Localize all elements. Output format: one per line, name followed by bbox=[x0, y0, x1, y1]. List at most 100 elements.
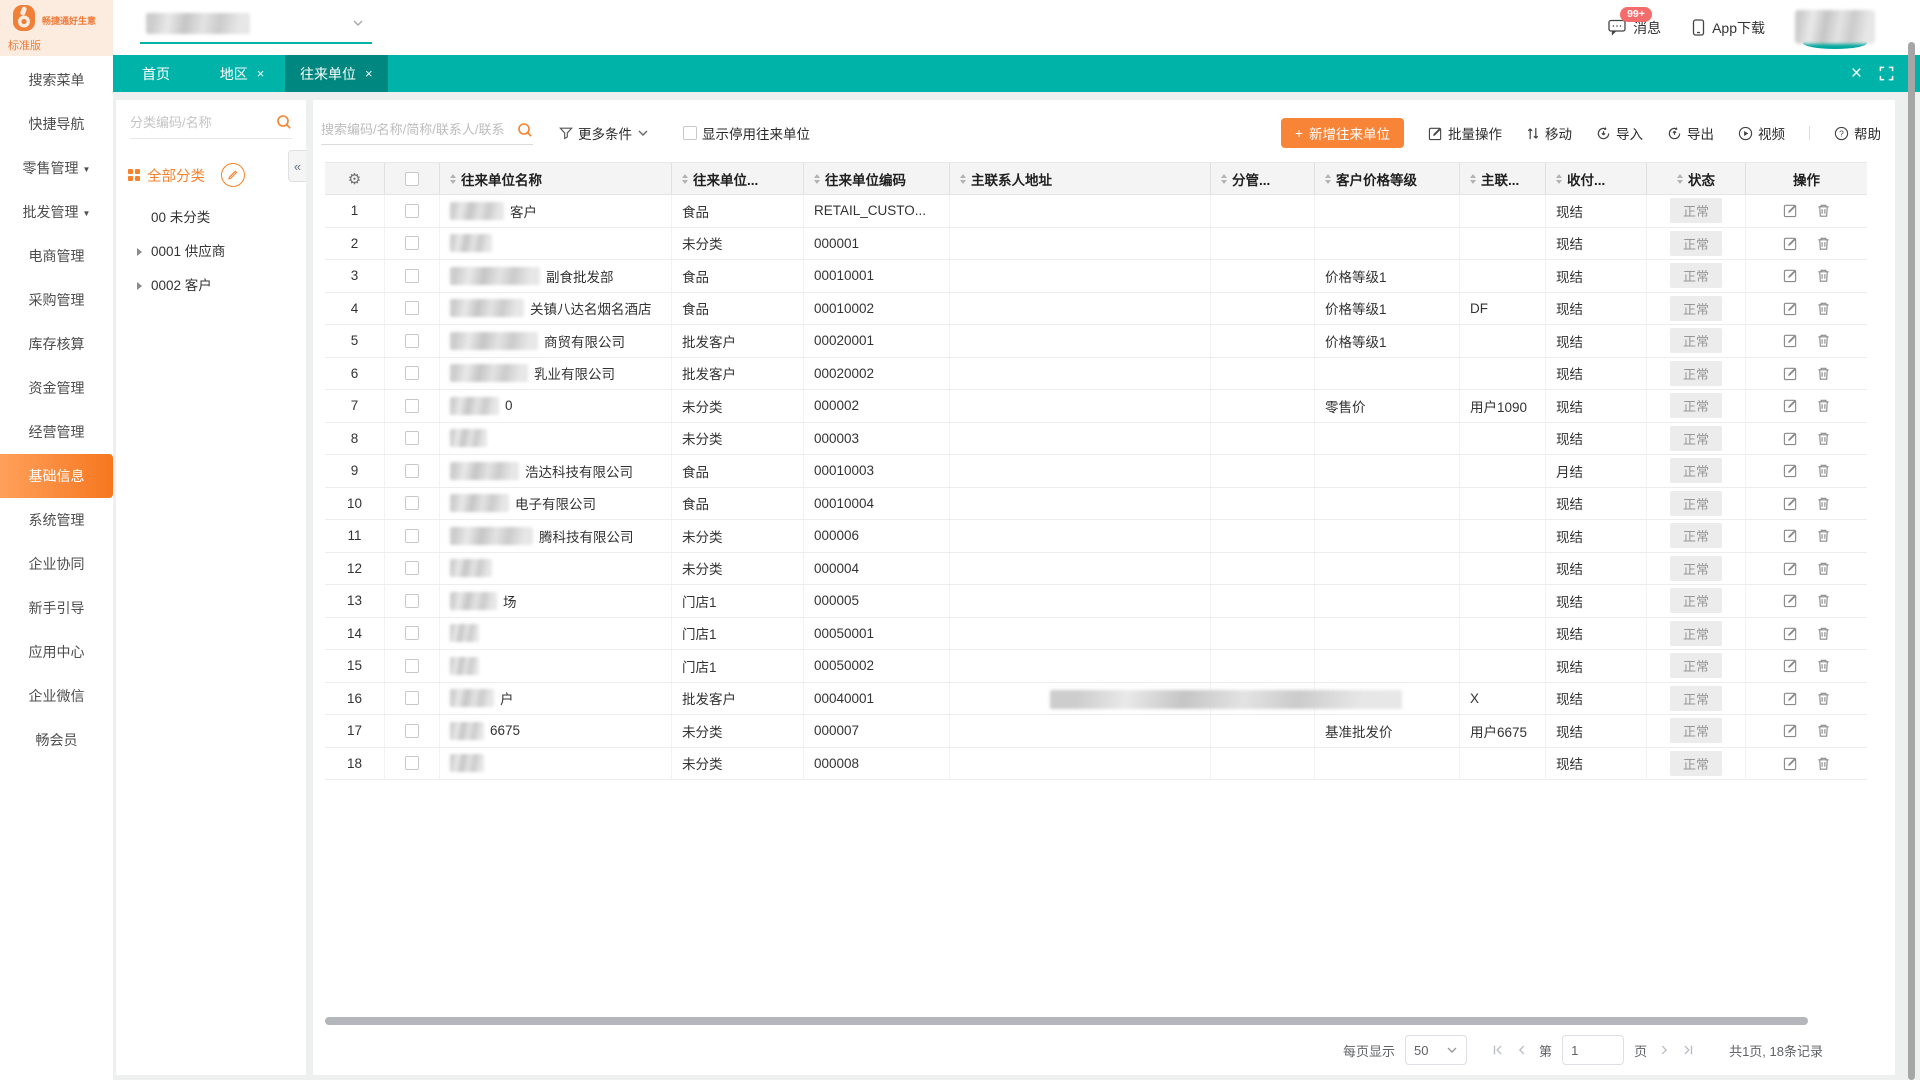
sidebar-item[interactable]: 搜索菜单 bbox=[0, 58, 113, 102]
col-header-code[interactable]: 往来单位编码 bbox=[804, 163, 950, 194]
sidebar-item[interactable]: 采购管理 bbox=[0, 278, 113, 322]
edit-row-button[interactable] bbox=[1783, 236, 1798, 251]
delete-row-button[interactable] bbox=[1816, 236, 1831, 251]
collapse-panel-button[interactable]: « bbox=[288, 150, 306, 182]
sidebar-item[interactable]: 企业协同 bbox=[0, 542, 113, 586]
row-checkbox[interactable] bbox=[405, 593, 419, 608]
edit-row-button[interactable] bbox=[1783, 723, 1798, 738]
tab-active[interactable]: 往来单位 × bbox=[285, 55, 388, 92]
tab-item[interactable]: 地区 × bbox=[199, 55, 285, 92]
delete-row-button[interactable] bbox=[1816, 756, 1831, 771]
delete-row-button[interactable] bbox=[1816, 203, 1831, 218]
edit-row-button[interactable] bbox=[1783, 658, 1798, 673]
sidebar-item[interactable]: 系统管理 bbox=[0, 498, 113, 542]
edit-row-button[interactable] bbox=[1783, 561, 1798, 576]
table-row[interactable]: 5 商贸有限公司 批发客户 00020001 价格等级1 现结 正常 bbox=[325, 325, 1867, 358]
col-header-status[interactable]: 状态 bbox=[1647, 163, 1746, 194]
row-checkbox[interactable] bbox=[405, 463, 419, 478]
table-row[interactable]: 17 6675 未分类 000007 基准批发价 用户6675 现结 正常 bbox=[325, 715, 1867, 748]
list-search-input[interactable] bbox=[321, 122, 517, 137]
row-checkbox[interactable] bbox=[405, 561, 419, 576]
show-disabled-toggle[interactable]: 显示停用往来单位 bbox=[683, 123, 810, 143]
show-disabled-checkbox[interactable] bbox=[683, 126, 697, 140]
row-checkbox[interactable] bbox=[405, 366, 419, 381]
table-row[interactable]: 9 浩达科技有限公司 食品 00010003 月结 正常 bbox=[325, 455, 1867, 488]
delete-row-button[interactable] bbox=[1816, 431, 1831, 446]
messages-button[interactable]: 消息 99+ bbox=[1608, 6, 1661, 38]
table-row[interactable]: 11 腾科技有限公司 未分类 000006 现结 正常 bbox=[325, 520, 1867, 553]
table-row[interactable]: 14 门店1 00050001 现结 正常 bbox=[325, 617, 1867, 650]
sidebar-item[interactable]: 资金管理 bbox=[0, 366, 113, 410]
table-row[interactable]: 18 未分类 000008 现结 正常 bbox=[325, 747, 1867, 780]
edit-row-button[interactable] bbox=[1783, 333, 1798, 348]
category-tree-item[interactable]: 0002 客户 bbox=[116, 273, 306, 299]
sidebar-item[interactable]: 基础信息 bbox=[0, 454, 113, 498]
table-row[interactable]: 8 未分类 000003 现结 正常 bbox=[325, 422, 1867, 455]
sidebar-item[interactable]: 新手引导 bbox=[0, 586, 113, 630]
close-icon[interactable]: × bbox=[1851, 64, 1862, 83]
delete-row-button[interactable] bbox=[1816, 528, 1831, 543]
delete-row-button[interactable] bbox=[1816, 301, 1831, 316]
category-search-input[interactable] bbox=[130, 114, 260, 130]
table-row[interactable]: 3 副食批发部 食品 00010001 价格等级1 现结 正常 bbox=[325, 260, 1867, 293]
edit-row-button[interactable] bbox=[1783, 756, 1798, 771]
delete-row-button[interactable] bbox=[1816, 333, 1831, 348]
table-row[interactable]: 10 电子有限公司 食品 00010004 现结 正常 bbox=[325, 487, 1867, 520]
help-button[interactable]: ? 帮助 bbox=[1834, 123, 1881, 143]
expand-arrow-icon[interactable] bbox=[137, 248, 142, 256]
page-number-input[interactable] bbox=[1563, 1042, 1624, 1058]
row-checkbox[interactable] bbox=[405, 723, 419, 738]
sidebar-item[interactable]: 畅会员 bbox=[0, 718, 113, 762]
category-tree-item[interactable]: 0001 供应商 bbox=[116, 239, 306, 265]
batch-actions-button[interactable]: 批量操作 bbox=[1428, 123, 1502, 143]
edit-row-button[interactable] bbox=[1783, 398, 1798, 413]
row-checkbox[interactable] bbox=[405, 333, 419, 348]
sidebar-item[interactable]: 批发管理 ▼ bbox=[0, 190, 113, 234]
row-checkbox[interactable] bbox=[405, 528, 419, 543]
col-header-address[interactable]: 主联系人地址 bbox=[950, 163, 1211, 194]
table-row[interactable]: 6 乳业有限公司 批发客户 00020002 现结 正常 bbox=[325, 357, 1867, 390]
row-checkbox[interactable] bbox=[405, 268, 419, 283]
search-icon[interactable] bbox=[276, 114, 292, 130]
sort-icon[interactable] bbox=[1325, 173, 1331, 184]
row-checkbox[interactable] bbox=[405, 691, 419, 706]
delete-row-button[interactable] bbox=[1816, 626, 1831, 641]
horizontal-scrollbar-thumb[interactable] bbox=[325, 1017, 1809, 1025]
row-checkbox[interactable] bbox=[405, 301, 419, 316]
sort-icon[interactable] bbox=[1470, 173, 1476, 184]
table-row[interactable]: 13 场 门店1 000005 现结 正常 bbox=[325, 585, 1867, 618]
row-checkbox[interactable] bbox=[405, 236, 419, 251]
add-partner-button[interactable]: + 新增往来单位 bbox=[1281, 118, 1404, 148]
col-header-type[interactable]: 往来单位... bbox=[672, 163, 804, 194]
row-checkbox[interactable] bbox=[405, 658, 419, 673]
import-button[interactable]: 导入 bbox=[1596, 123, 1643, 143]
delete-row-button[interactable] bbox=[1816, 658, 1831, 673]
move-button[interactable]: 移动 bbox=[1526, 123, 1572, 143]
delete-row-button[interactable] bbox=[1816, 268, 1831, 283]
col-header-price-level[interactable]: 客户价格等级 bbox=[1315, 163, 1460, 194]
row-checkbox[interactable] bbox=[405, 756, 419, 771]
sort-icon[interactable] bbox=[814, 173, 820, 184]
sort-icon[interactable] bbox=[1677, 173, 1683, 184]
edit-row-button[interactable] bbox=[1783, 691, 1798, 706]
delete-row-button[interactable] bbox=[1816, 463, 1831, 478]
sort-icon[interactable] bbox=[960, 173, 966, 184]
sort-icon[interactable] bbox=[450, 173, 456, 184]
col-header-manager[interactable]: 分管... bbox=[1211, 163, 1315, 194]
tab-close-icon[interactable]: × bbox=[257, 66, 265, 81]
tab-item[interactable]: 首页 bbox=[113, 55, 199, 92]
edit-row-button[interactable] bbox=[1783, 593, 1798, 608]
app-download-button[interactable]: App下载 bbox=[1691, 18, 1765, 38]
edit-row-button[interactable] bbox=[1783, 301, 1798, 316]
sidebar-item[interactable]: 应用中心 bbox=[0, 630, 113, 674]
edit-row-button[interactable] bbox=[1783, 366, 1798, 381]
sidebar-item[interactable]: 库存核算 bbox=[0, 322, 113, 366]
prev-page-button[interactable] bbox=[1515, 1043, 1529, 1057]
edit-row-button[interactable] bbox=[1783, 528, 1798, 543]
fullscreen-icon[interactable] bbox=[1879, 66, 1894, 81]
sort-icon[interactable] bbox=[682, 173, 688, 184]
delete-row-button[interactable] bbox=[1816, 723, 1831, 738]
first-page-button[interactable] bbox=[1491, 1043, 1505, 1057]
account-selector[interactable] bbox=[140, 10, 372, 44]
delete-row-button[interactable] bbox=[1816, 561, 1831, 576]
